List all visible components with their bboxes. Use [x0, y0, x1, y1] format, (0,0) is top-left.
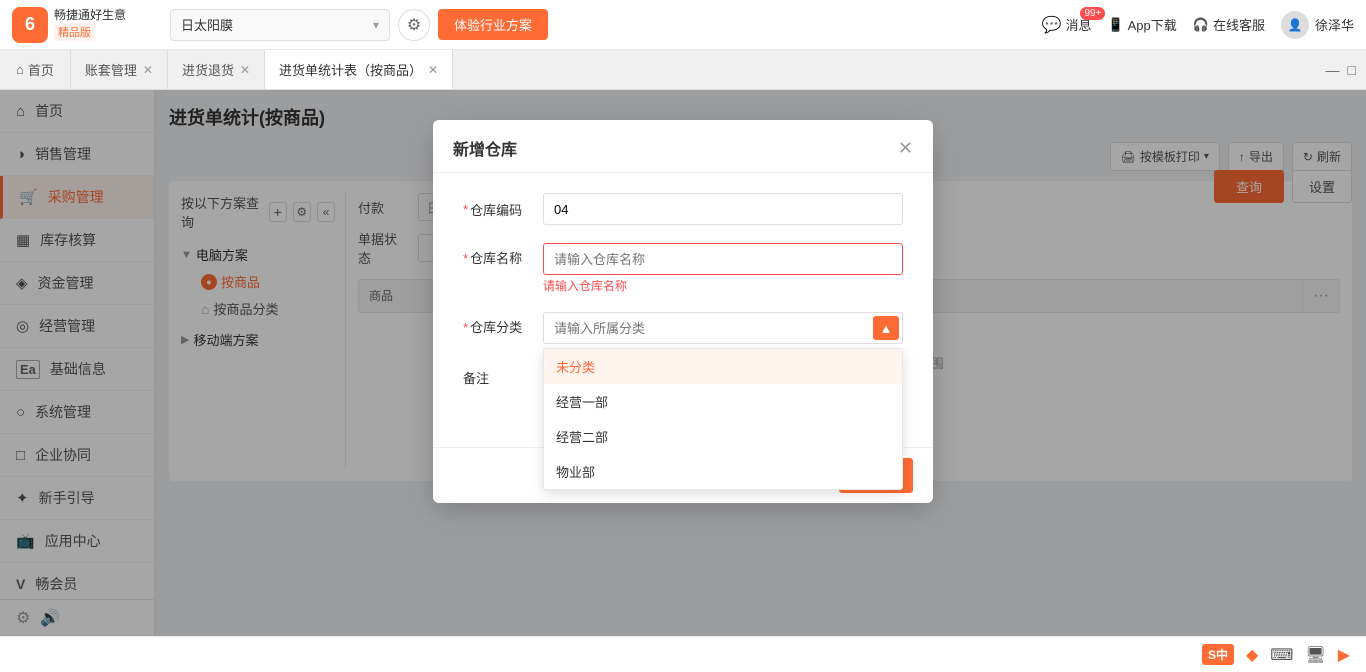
name-label: * 仓库名称 [463, 243, 543, 275]
play-icon[interactable]: ▶ [1338, 645, 1350, 665]
category-dropdown-wrapper: ▲ 未分类 经营一部 经营二部 物业部 [543, 312, 903, 344]
message-item[interactable]: 💬 99+ 消息 [1042, 15, 1092, 35]
category-input[interactable] [543, 312, 903, 344]
note-label: 备注 [463, 362, 543, 387]
tab-accounts-close[interactable]: ✕ [143, 63, 153, 77]
tab-returns-close[interactable]: ✕ [240, 63, 250, 77]
modal-close-button[interactable]: ✕ [898, 139, 913, 157]
tab-home[interactable]: ⌂ 首页 [0, 50, 71, 89]
dropdown-option-1[interactable]: 经营一部 [544, 384, 902, 419]
message-badge: 99+ [1080, 7, 1105, 20]
bottom-bar: S中 ◆ ⌨ 🖥 ▶ [0, 636, 1366, 672]
modal-overlay: 新增仓库 ✕ * 仓库编码 * 仓库名称 [0, 90, 1366, 636]
message-icon: 💬 [1042, 15, 1062, 35]
maximize-icon[interactable]: □ [1348, 62, 1356, 78]
tab-home-label: 首页 [28, 60, 54, 79]
app-download-item[interactable]: 📱 App下载 [1107, 15, 1176, 34]
monitor-icon[interactable]: 🖥 [1305, 645, 1325, 665]
tab-stats-label: 进货单统计表（按商品） [279, 60, 422, 79]
tab-stats[interactable]: 进货单统计表（按商品） ✕ [265, 50, 453, 89]
code-input[interactable] [543, 193, 903, 225]
logo-text-block: 畅捷通好生意 精品版 [54, 8, 126, 42]
name-input[interactable] [543, 243, 903, 275]
diamond-icon[interactable]: ◆ [1246, 645, 1258, 665]
user-area[interactable]: 👤 徐泽华 [1281, 11, 1354, 39]
required-star-category: * [463, 312, 468, 344]
tab-accounts-label: 账套管理 [85, 60, 137, 79]
top-header: 6 畅捷通好生意 精品版 日太阳膜 ▾ ⚙ 体验行业方案 💬 99+ 消息 📱 … [0, 0, 1366, 50]
minimize-icon[interactable]: — [1326, 62, 1340, 78]
avatar: 👤 [1281, 11, 1309, 39]
form-row-code: * 仓库编码 [463, 193, 903, 225]
category-label: * 仓库分类 [463, 312, 543, 344]
dropdown-option-3[interactable]: 物业部 [544, 454, 902, 489]
s-logo-icon: S中 [1202, 644, 1234, 665]
modal: 新增仓库 ✕ * 仓库编码 * 仓库名称 [433, 120, 933, 503]
online-service-item[interactable]: 🎧 在线客服 [1193, 15, 1265, 34]
logo-area: 6 畅捷通好生意 精品版 [12, 7, 162, 43]
required-star-name: * [463, 243, 468, 275]
tab-accounts[interactable]: 账套管理 ✕ [71, 50, 168, 89]
gear-button[interactable]: ⚙ [398, 9, 430, 41]
dropdown-option-2[interactable]: 经营二部 [544, 419, 902, 454]
tab-controls: — □ [1326, 50, 1366, 89]
logo-icon: 6 [12, 7, 48, 43]
category-dropdown-menu: 未分类 经营一部 经营二部 物业部 [543, 348, 903, 490]
app-edition: 精品版 [54, 23, 95, 41]
headset-icon: 🎧 [1193, 17, 1209, 33]
search-bar[interactable]: 日太阳膜 ▾ [170, 9, 390, 41]
tab-bar: ⌂ 首页 账套管理 ✕ 进货退货 ✕ 进货单统计表（按商品） ✕ — □ [0, 50, 1366, 90]
search-text: 日太阳膜 [181, 15, 373, 34]
modal-body: * 仓库编码 * 仓库名称 请输入仓库名称 [433, 173, 933, 447]
tab-stats-close[interactable]: ✕ [428, 63, 438, 77]
header-right: 💬 99+ 消息 📱 App下载 🎧 在线客服 👤 徐泽华 [1042, 11, 1354, 39]
form-row-category: * 仓库分类 ▲ 未分类 经营一部 经营二部 物业部 [463, 312, 903, 344]
app-name: 畅捷通好生意 [54, 8, 126, 24]
search-dropdown-icon: ▾ [373, 18, 379, 32]
modal-title: 新增仓库 [453, 136, 517, 160]
category-dropdown-arrow[interactable]: ▲ [873, 316, 899, 340]
code-label: * 仓库编码 [463, 200, 543, 219]
keyboard-icon[interactable]: ⌨ [1270, 645, 1293, 665]
tab-returns[interactable]: 进货退货 ✕ [168, 50, 265, 89]
tab-returns-label: 进货退货 [182, 60, 234, 79]
app-download-label: App下载 [1128, 15, 1177, 34]
name-input-wrapper: 请输入仓库名称 [543, 243, 903, 294]
tab-home-icon: ⌂ [16, 62, 24, 77]
dropdown-option-0[interactable]: 未分类 [544, 349, 902, 384]
username: 徐泽华 [1315, 15, 1354, 34]
form-row-name: * 仓库名称 请输入仓库名称 [463, 243, 903, 294]
name-error-msg: 请输入仓库名称 [543, 277, 903, 294]
modal-header: 新增仓库 ✕ [433, 120, 933, 173]
trial-button[interactable]: 体验行业方案 [438, 9, 548, 40]
phone-icon: 📱 [1107, 17, 1123, 33]
required-star-code: * [463, 202, 468, 217]
main-layout: ⌂ 首页 ◑ 销售管理 🛒 采购管理 ▦ 库存核算 ◈ 资金管理 ◎ 经 [0, 90, 1366, 636]
online-service-label: 在线客服 [1213, 15, 1265, 34]
